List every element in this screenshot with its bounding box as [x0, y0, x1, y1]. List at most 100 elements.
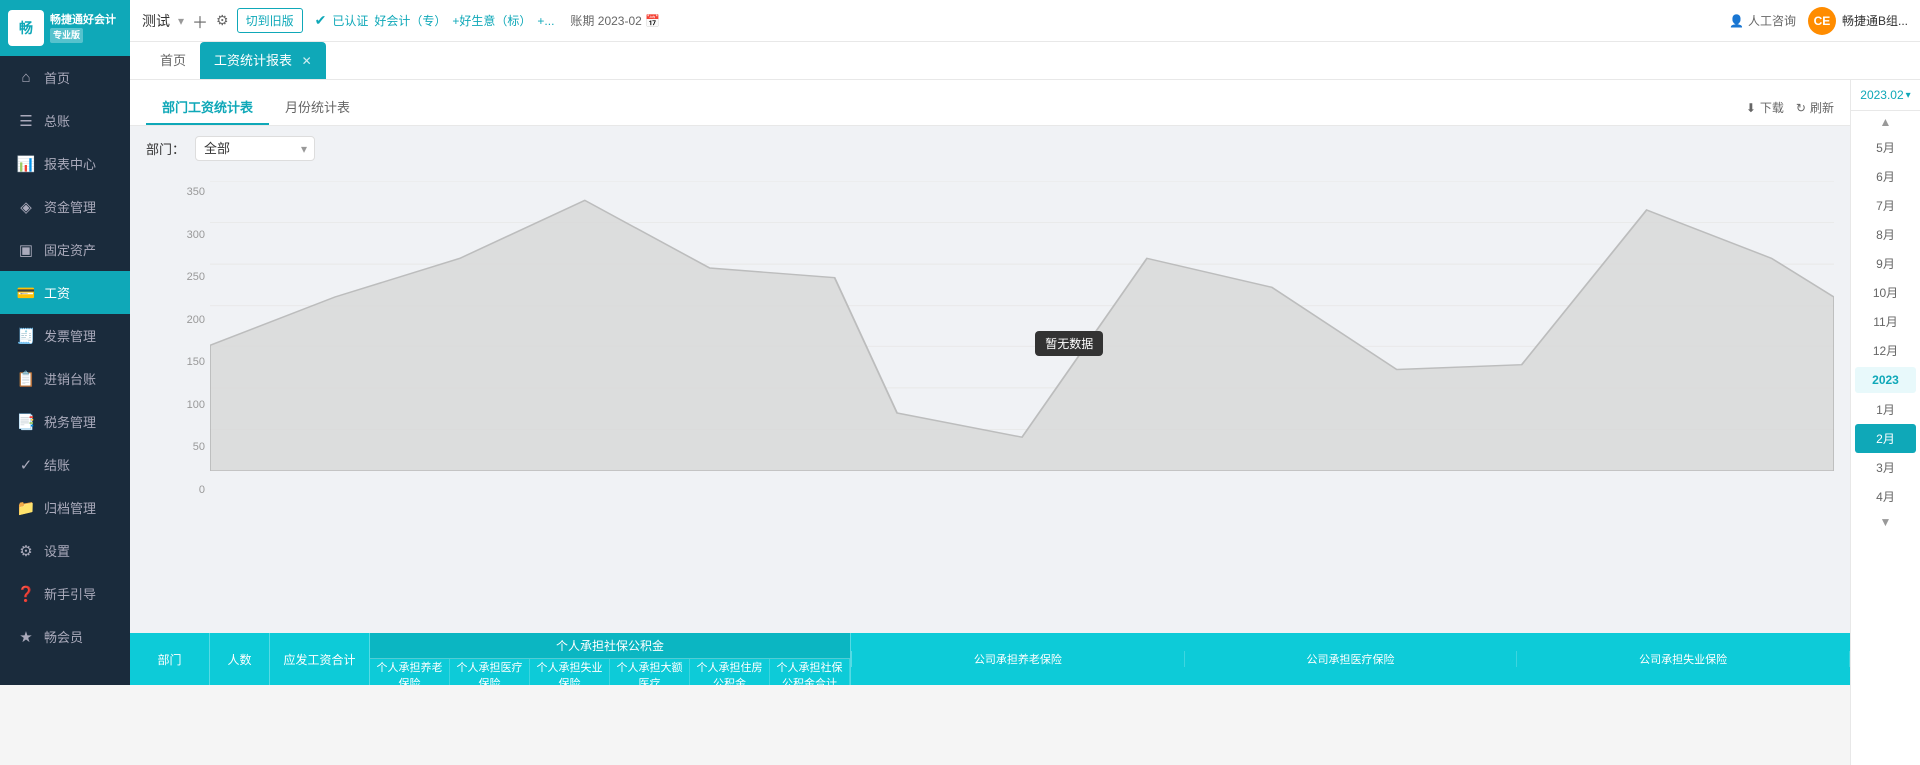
sidebar-item-ledger-label: 总账 — [44, 111, 70, 130]
topbar: 测试 ▾ ＋ ⚙ 切到旧版 ✔ 已认证 好会计（专） +好生意（标） +... … — [130, 0, 1920, 42]
panel-month-11[interactable]: 11月 — [1851, 307, 1920, 336]
table-header-row: 部门 人数 应发工资合计 个人承担社保公积金 个人承担养老保险 个人承担医疗保险… — [130, 633, 1850, 685]
panel-month-4[interactable]: 4月 — [1851, 482, 1920, 511]
sidebar: 畅 畅捷通好会计 专业版 ⌂ 首页 ☰ 总账 📊 报表中心 ◈ 资金管理 ▣ 固… — [0, 0, 130, 685]
y-label-0: 0 — [170, 484, 205, 496]
sub-tab-actions: ⬇ 下载 ↻ 刷新 — [1746, 99, 1834, 116]
invoice-icon: 🧾 — [16, 327, 36, 345]
sidebar-item-funds[interactable]: ◈ 资金管理 — [0, 185, 130, 228]
status-good-accounting: 好会计（专） — [374, 12, 446, 29]
ledger-icon: ☰ — [16, 112, 36, 130]
refresh-button[interactable]: ↻ 刷新 — [1796, 99, 1834, 116]
status-certified: 已认证 — [332, 12, 368, 29]
panel-month-1[interactable]: 1月 — [1851, 395, 1920, 424]
help-icon: 👤 — [1729, 14, 1744, 28]
panel-month-7[interactable]: 7月 — [1851, 191, 1920, 220]
right-panel-year: 2023.02 ▾ — [1851, 80, 1920, 111]
panel-year-display[interactable]: 2023.02 ▾ — [1855, 88, 1916, 102]
sidebar-item-assets[interactable]: ▣ 固定资产 — [0, 228, 130, 271]
th-company-unemployment: 公司承担失业保险 — [1517, 651, 1850, 667]
panel-month-6[interactable]: 6月 — [1851, 162, 1920, 191]
logo-badge: 专业版 — [50, 28, 83, 43]
content-wrapper: 部门工资统计表 月份统计表 ⬇ 下载 ↻ 刷新 — [130, 80, 1920, 685]
sidebar-item-sales-label: 进销台账 — [44, 369, 96, 388]
y-label-150: 150 — [170, 356, 205, 368]
sidebar-item-archive[interactable]: 📁 归档管理 — [0, 486, 130, 529]
tab-home[interactable]: 首页 — [146, 42, 200, 79]
member-icon: ★ — [16, 628, 36, 646]
sidebar-item-tax[interactable]: 📑 税务管理 — [0, 400, 130, 443]
dept-select-wrapper[interactable]: 全部 部门1 部门2 — [195, 136, 315, 161]
panel-year-icon: ▾ — [1906, 90, 1911, 101]
y-label-50: 50 — [170, 441, 205, 453]
panel-scroll-up[interactable]: ▲ — [1851, 111, 1920, 133]
y-axis: 0 50 100 150 200 250 300 350 — [170, 181, 205, 501]
sidebar-item-invoice[interactable]: 🧾 发票管理 — [0, 314, 130, 357]
y-label-200: 200 — [170, 314, 205, 326]
sidebar-item-tax-label: 税务管理 — [44, 412, 96, 431]
y-label-250: 250 — [170, 271, 205, 283]
tab-salary-report[interactable]: 工资统计报表 ✕ — [200, 42, 326, 79]
user-menu[interactable]: CE 畅捷通B组... — [1808, 7, 1908, 35]
sidebar-item-salary-label: 工资 — [44, 283, 70, 302]
panel-month-3[interactable]: 3月 — [1851, 453, 1920, 482]
calendar-icon[interactable]: 📅 — [645, 14, 660, 28]
th-dept: 部门 — [130, 633, 210, 685]
tab-close-icon[interactable]: ✕ — [302, 54, 312, 68]
th-count: 人数 — [210, 633, 270, 685]
sidebar-item-newguide[interactable]: ❓ 新手引导 — [0, 572, 130, 615]
sidebar-item-member[interactable]: ★ 畅会员 — [0, 615, 130, 658]
topbar-add-button[interactable]: ＋ — [192, 9, 208, 33]
sidebar-item-checkout-label: 结账 — [44, 455, 70, 474]
sidebar-item-home[interactable]: ⌂ 首页 — [0, 56, 130, 99]
refresh-icon: ↻ — [1796, 101, 1806, 115]
topbar-settings-icon[interactable]: ⚙ — [216, 12, 229, 29]
sidebar-item-invoice-label: 发票管理 — [44, 326, 96, 345]
panel-month-2-active[interactable]: 2月 — [1855, 424, 1916, 453]
topbar-dropdown-arrow[interactable]: ▾ — [178, 14, 184, 28]
sub-tabbar: 部门工资统计表 月份统计表 ⬇ 下载 ↻ 刷新 — [130, 80, 1850, 126]
topbar-title: 测试 — [142, 11, 170, 31]
sales-icon: 📋 — [16, 370, 36, 388]
help-button[interactable]: 👤 人工咨询 — [1729, 12, 1796, 29]
area-chart — [210, 181, 1834, 471]
sidebar-item-archive-label: 归档管理 — [44, 498, 96, 517]
main-panel: 部门工资统计表 月份统计表 ⬇ 下载 ↻ 刷新 — [130, 80, 1850, 685]
y-label-300: 300 — [170, 229, 205, 241]
th-company-pension: 公司承担养老保险 — [851, 651, 1185, 667]
bottom-table-header: 部门 人数 应发工资合计 个人承担社保公积金 个人承担养老保险 个人承担医疗保险… — [130, 633, 1850, 685]
sidebar-item-assets-label: 固定资产 — [44, 240, 96, 259]
panel-year-text: 2023.02 — [1860, 88, 1903, 102]
topbar-status: ✔ 已认证 好会计（专） +好生意（标） +... — [315, 12, 555, 29]
panel-month-9[interactable]: 9月 — [1851, 249, 1920, 278]
sub-tab-dept[interactable]: 部门工资统计表 — [146, 90, 269, 125]
th-personal-housing-fund: 个人承担住房公积金 — [690, 659, 770, 685]
topbar-right: 👤 人工咨询 CE 畅捷通B组... — [1729, 7, 1908, 35]
th-personal-group-cells: 个人承担养老保险 个人承担医疗保险 个人承担失业保险 个人承担大额医疗 个人承担… — [370, 659, 850, 685]
chart-area: 0 50 100 150 200 250 300 350 — [130, 171, 1850, 685]
sidebar-item-reports[interactable]: 📊 报表中心 — [0, 142, 130, 185]
switch-old-version-button[interactable]: 切到旧版 — [237, 8, 303, 33]
settings-icon: ⚙ — [16, 542, 36, 560]
chart-container: 0 50 100 150 200 250 300 350 — [170, 181, 1834, 501]
main-area: 测试 ▾ ＋ ⚙ 切到旧版 ✔ 已认证 好会计（专） +好生意（标） +... … — [130, 0, 1920, 685]
filter-bar: 部门： 全部 部门1 部门2 — [130, 126, 1850, 171]
panel-month-8[interactable]: 8月 — [1851, 220, 1920, 249]
sidebar-item-sales[interactable]: 📋 进销台账 — [0, 357, 130, 400]
sidebar-item-ledger[interactable]: ☰ 总账 — [0, 99, 130, 142]
logo-name: 畅捷通好会计 — [50, 13, 116, 28]
assets-icon: ▣ — [16, 241, 36, 259]
th-personal-major-medical: 个人承担大额医疗 — [610, 659, 690, 685]
dept-select[interactable]: 全部 部门1 部门2 — [195, 136, 315, 161]
sidebar-item-checkout[interactable]: ✓ 结账 — [0, 443, 130, 486]
sidebar-item-salary[interactable]: 💳 工资 — [0, 271, 130, 314]
right-panel: 2023.02 ▾ ▲ 5月 6月 7月 8月 9月 10月 11月 12月 2… — [1850, 80, 1920, 765]
sidebar-item-settings[interactable]: ⚙ 设置 — [0, 529, 130, 572]
sub-tab-monthly[interactable]: 月份统计表 — [269, 90, 366, 125]
panel-month-12[interactable]: 12月 — [1851, 336, 1920, 365]
download-button[interactable]: ⬇ 下载 — [1746, 99, 1784, 116]
salary-icon: 💳 — [16, 284, 36, 302]
panel-month-5[interactable]: 5月 — [1851, 133, 1920, 162]
panel-month-10[interactable]: 10月 — [1851, 278, 1920, 307]
panel-scroll-down[interactable]: ▼ — [1851, 511, 1920, 533]
